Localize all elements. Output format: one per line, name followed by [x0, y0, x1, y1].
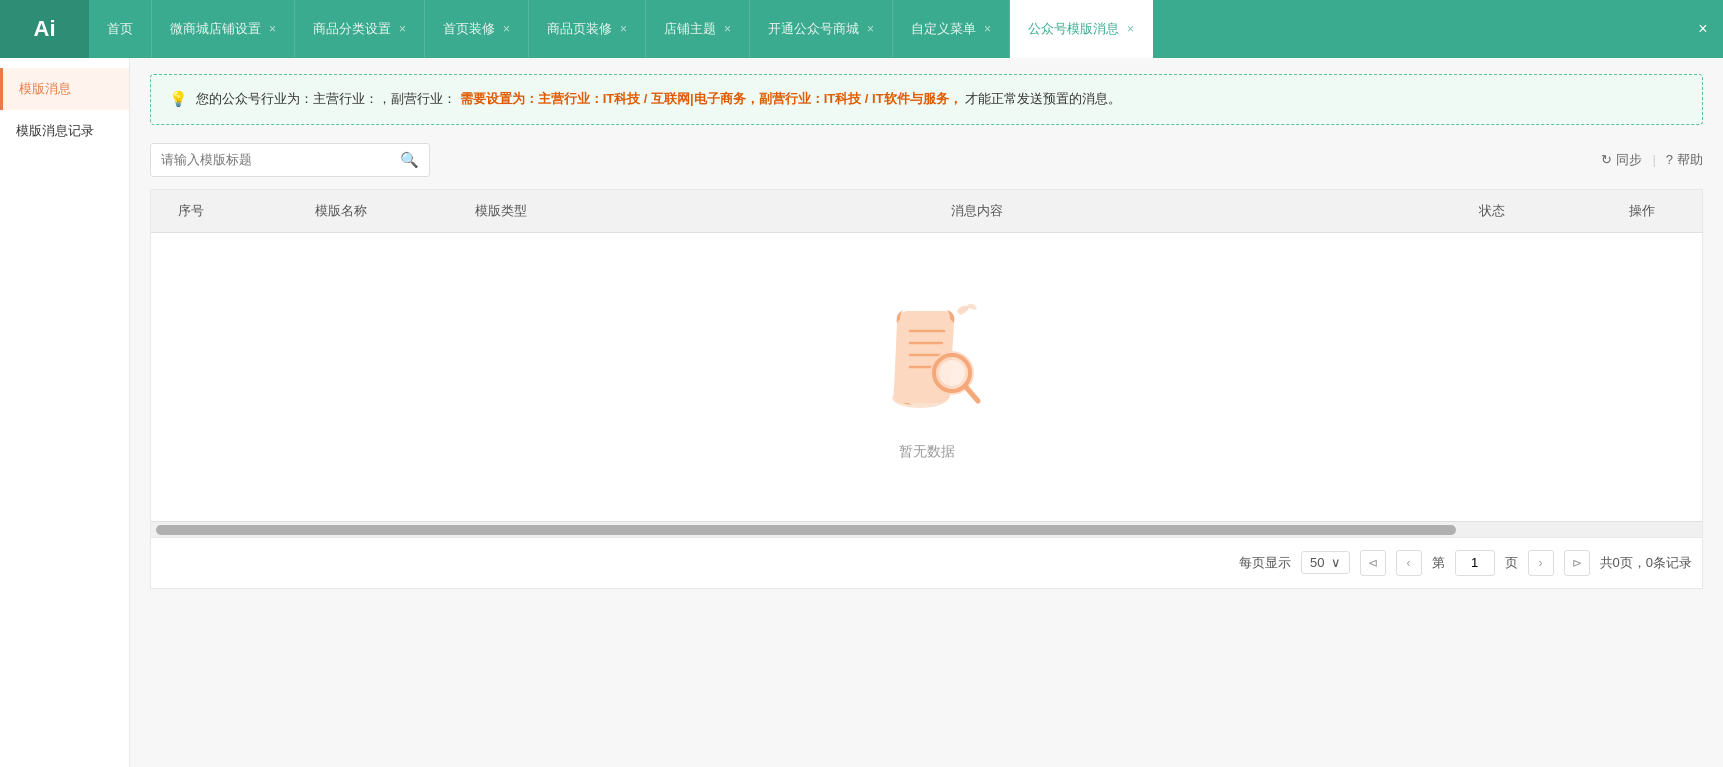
nav-tab-home[interactable]: 首页	[89, 0, 152, 58]
close-tab-open-wechat-shop-button[interactable]: ×	[867, 22, 874, 36]
nav-tab-product-page-decor[interactable]: 商品页装修×	[529, 0, 646, 58]
nav-tab-open-wechat-shop[interactable]: 开通公众号商城×	[750, 0, 893, 58]
table-header: 序号 模版名称 模版类型 消息内容 状态 操作	[151, 190, 1702, 233]
scroll-thumb[interactable]	[156, 525, 1456, 535]
empty-text: 暂无数据	[899, 443, 955, 461]
data-table: 序号 模版名称 模版类型 消息内容 状态 操作	[150, 189, 1703, 589]
search-icon[interactable]: 🔍	[400, 151, 419, 169]
col-header-content: 消息内容	[551, 190, 1402, 232]
divider: |	[1652, 152, 1655, 167]
close-tab-product-page-decor-button[interactable]: ×	[620, 22, 627, 36]
nav-tab-category-settings[interactable]: 商品分类设置×	[295, 0, 425, 58]
page-number-input[interactable]	[1455, 550, 1495, 576]
next-page-button[interactable]: ›	[1528, 550, 1554, 576]
sync-icon: ↻	[1601, 152, 1612, 167]
nav-tab-template-message[interactable]: 公众号模版消息×	[1010, 0, 1153, 58]
col-header-action: 操作	[1582, 190, 1702, 232]
search-bar: 🔍 ↻ 同步 | ? 帮助	[150, 143, 1703, 177]
per-page-label: 每页显示	[1239, 554, 1291, 572]
nav-tab-custom-menu[interactable]: 自定义菜单×	[893, 0, 1010, 58]
main-layout: 模版消息模版消息记录 💡 您的公众号行业为：主营行业：，副营行业： 需要设置为：…	[0, 58, 1723, 767]
sidebar: 模版消息模版消息记录	[0, 58, 130, 767]
pagination: 每页显示 50 ∨ ⊲ ‹ 第 页 › ⊳ 共0页，0条记录	[151, 537, 1702, 588]
horizontal-scrollbar[interactable]	[151, 521, 1702, 537]
app-logo: Ai	[0, 0, 89, 58]
col-header-seq: 序号	[151, 190, 231, 232]
help-icon: ?	[1666, 152, 1673, 167]
svg-line-8	[965, 386, 978, 401]
close-tab-template-message-button[interactable]: ×	[1127, 22, 1134, 36]
nav-tab-shop-settings[interactable]: 微商城店铺设置×	[152, 0, 295, 58]
col-header-name: 模版名称	[231, 190, 451, 232]
close-tab-category-settings-button[interactable]: ×	[399, 22, 406, 36]
close-tab-shop-theme-button[interactable]: ×	[724, 22, 731, 36]
toolbar-right: ↻ 同步 | ? 帮助	[1601, 151, 1703, 169]
total-info: 共0页，0条记录	[1600, 554, 1692, 572]
per-page-select[interactable]: 50 ∨	[1301, 551, 1349, 574]
close-tab-custom-menu-button[interactable]: ×	[984, 22, 991, 36]
empty-illustration	[862, 293, 992, 423]
search-input-wrapper[interactable]: 🔍	[150, 143, 430, 177]
content-area: 💡 您的公众号行业为：主营行业：，副营行业： 需要设置为：主营行业：IT科技 /…	[130, 58, 1723, 767]
page-label: 页	[1505, 554, 1518, 572]
last-page-button[interactable]: ⊳	[1564, 550, 1590, 576]
close-tab-homepage-decor-button[interactable]: ×	[503, 22, 510, 36]
col-header-status: 状态	[1402, 190, 1582, 232]
search-input[interactable]	[161, 152, 400, 167]
page-di-label: 第	[1432, 554, 1445, 572]
close-all-tabs-button[interactable]: ×	[1683, 0, 1723, 58]
per-page-value: 50	[1310, 555, 1324, 570]
top-navbar: Ai 首页微商城店铺设置×商品分类设置×首页装修×商品页装修×店铺主题×开通公众…	[0, 0, 1723, 58]
sync-button[interactable]: ↻ 同步	[1601, 151, 1642, 169]
sidebar-item-template-message-record[interactable]: 模版消息记录	[0, 110, 129, 152]
col-header-type: 模版类型	[451, 190, 551, 232]
close-tab-shop-settings-button[interactable]: ×	[269, 22, 276, 36]
notice-bulb-icon: 💡	[169, 90, 188, 108]
nav-tab-homepage-decor[interactable]: 首页装修×	[425, 0, 529, 58]
empty-state: 暂无数据	[151, 233, 1702, 521]
notice-text: 您的公众号行业为：主营行业：，副营行业： 需要设置为：主营行业：IT科技 / 互…	[196, 89, 1121, 110]
svg-point-7	[939, 360, 965, 386]
nav-tab-shop-theme[interactable]: 店铺主题×	[646, 0, 750, 58]
prev-page-button[interactable]: ‹	[1396, 550, 1422, 576]
first-page-button[interactable]: ⊲	[1360, 550, 1386, 576]
nav-tabs-container: 首页微商城店铺设置×商品分类设置×首页装修×商品页装修×店铺主题×开通公众号商城…	[89, 0, 1683, 58]
help-button[interactable]: ? 帮助	[1666, 151, 1703, 169]
sidebar-item-template-message[interactable]: 模版消息	[0, 68, 129, 110]
notice-banner: 💡 您的公众号行业为：主营行业：，副营行业： 需要设置为：主营行业：IT科技 /…	[150, 74, 1703, 125]
chevron-down-icon: ∨	[1331, 555, 1341, 570]
